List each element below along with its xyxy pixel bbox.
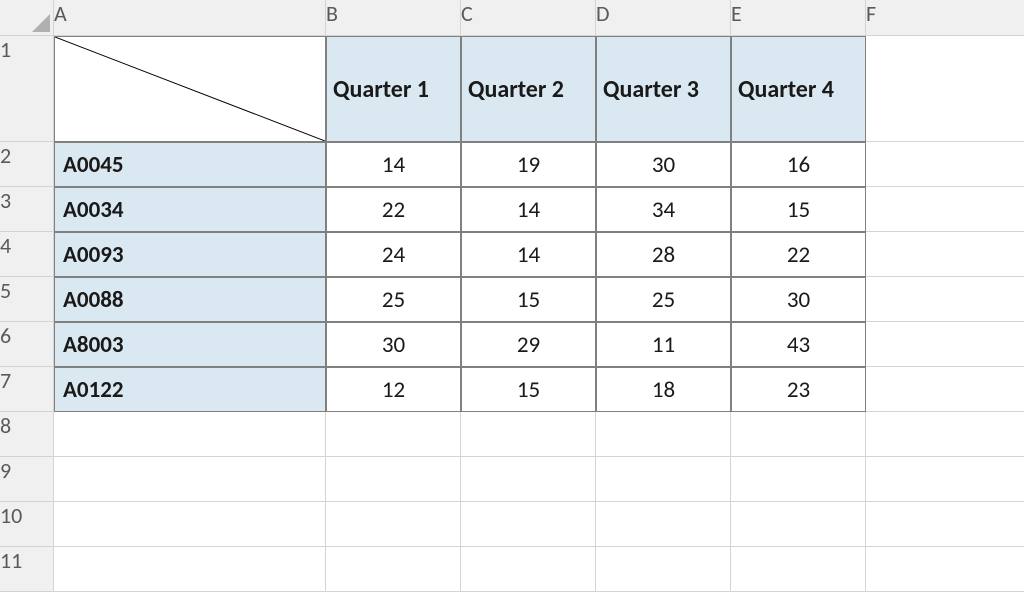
col-header-d[interactable]: D xyxy=(596,0,731,36)
cell-d8[interactable] xyxy=(596,412,731,457)
cell-d4[interactable]: 28 xyxy=(596,232,731,277)
cell-d5[interactable]: 25 xyxy=(596,277,731,322)
col-header-f[interactable]: F xyxy=(866,0,1024,36)
cell-f9[interactable] xyxy=(866,457,1024,502)
cell-c2[interactable]: 19 xyxy=(461,142,596,187)
cell-f6[interactable] xyxy=(866,322,1024,367)
header-quarter-3[interactable]: Quarter 3 xyxy=(596,36,731,142)
col-header-b[interactable]: B xyxy=(326,0,461,36)
row-header-1[interactable]: 1 xyxy=(0,36,54,142)
cell-f1[interactable] xyxy=(866,36,1024,142)
cell-c4[interactable]: 14 xyxy=(461,232,596,277)
row-header-11[interactable]: 11 xyxy=(0,547,54,592)
cell-c7[interactable]: 15 xyxy=(461,367,596,412)
cell-d3[interactable]: 34 xyxy=(596,187,731,232)
row-label-a0034[interactable]: A0034 xyxy=(54,187,326,232)
cell-d11[interactable] xyxy=(596,547,731,592)
cell-b3[interactable]: 22 xyxy=(326,187,461,232)
cell-f3[interactable] xyxy=(866,187,1024,232)
row-label-a0122[interactable]: A0122 xyxy=(54,367,326,412)
col-header-e[interactable]: E xyxy=(731,0,866,36)
cell-b10[interactable] xyxy=(326,502,461,547)
cell-a9[interactable] xyxy=(54,457,326,502)
cell-d7[interactable]: 18 xyxy=(596,367,731,412)
row-header-2[interactable]: 2 xyxy=(0,142,54,187)
cell-c5[interactable]: 15 xyxy=(461,277,596,322)
cell-d2[interactable]: 30 xyxy=(596,142,731,187)
cell-e4[interactable]: 22 xyxy=(731,232,866,277)
row-header-5[interactable]: 5 xyxy=(0,277,54,322)
cell-a8[interactable] xyxy=(54,412,326,457)
cell-b11[interactable] xyxy=(326,547,461,592)
cell-e8[interactable] xyxy=(731,412,866,457)
row-header-10[interactable]: 10 xyxy=(0,502,54,547)
cell-e11[interactable] xyxy=(731,547,866,592)
row-label-a0045[interactable]: A0045 xyxy=(54,142,326,187)
row-header-8[interactable]: 8 xyxy=(0,412,54,457)
cell-f4[interactable] xyxy=(866,232,1024,277)
cell-e6[interactable]: 43 xyxy=(731,322,866,367)
cell-e9[interactable] xyxy=(731,457,866,502)
cell-f10[interactable] xyxy=(866,502,1024,547)
row-header-4[interactable]: 4 xyxy=(0,232,54,277)
cell-d6[interactable]: 11 xyxy=(596,322,731,367)
cell-a10[interactable] xyxy=(54,502,326,547)
diagonal-line-icon xyxy=(55,37,325,141)
cell-b8[interactable] xyxy=(326,412,461,457)
cell-d9[interactable] xyxy=(596,457,731,502)
cell-e7[interactable]: 23 xyxy=(731,367,866,412)
cell-f7[interactable] xyxy=(866,367,1024,412)
cell-f2[interactable] xyxy=(866,142,1024,187)
row-label-a0093[interactable]: A0093 xyxy=(54,232,326,277)
row-header-6[interactable]: 6 xyxy=(0,322,54,367)
cell-c9[interactable] xyxy=(461,457,596,502)
row-header-3[interactable]: 3 xyxy=(0,187,54,232)
cell-a1-diagonal[interactable] xyxy=(54,36,326,142)
cell-f5[interactable] xyxy=(866,277,1024,322)
cell-b4[interactable]: 24 xyxy=(326,232,461,277)
cell-c8[interactable] xyxy=(461,412,596,457)
row-header-7[interactable]: 7 xyxy=(0,367,54,412)
cell-b7[interactable]: 12 xyxy=(326,367,461,412)
header-quarter-4[interactable]: Quarter 4 xyxy=(731,36,866,142)
row-header-9[interactable]: 9 xyxy=(0,457,54,502)
cell-c10[interactable] xyxy=(461,502,596,547)
cell-e5[interactable]: 30 xyxy=(731,277,866,322)
cell-e2[interactable]: 16 xyxy=(731,142,866,187)
row-label-a8003[interactable]: A8003 xyxy=(54,322,326,367)
col-header-c[interactable]: C xyxy=(461,0,596,36)
header-quarter-1[interactable]: Quarter 1 xyxy=(326,36,461,142)
header-quarter-2[interactable]: Quarter 2 xyxy=(461,36,596,142)
cell-c11[interactable] xyxy=(461,547,596,592)
cell-e10[interactable] xyxy=(731,502,866,547)
cell-f11[interactable] xyxy=(866,547,1024,592)
select-all-corner[interactable] xyxy=(0,0,54,36)
cell-c6[interactable]: 29 xyxy=(461,322,596,367)
cell-e3[interactable]: 15 xyxy=(731,187,866,232)
cell-b5[interactable]: 25 xyxy=(326,277,461,322)
cell-f8[interactable] xyxy=(866,412,1024,457)
row-label-a0088[interactable]: A0088 xyxy=(54,277,326,322)
cell-b6[interactable]: 30 xyxy=(326,322,461,367)
cell-d10[interactable] xyxy=(596,502,731,547)
cell-c3[interactable]: 14 xyxy=(461,187,596,232)
cell-b2[interactable]: 14 xyxy=(326,142,461,187)
col-header-a[interactable]: A xyxy=(54,0,326,36)
spreadsheet-grid[interactable]: A B C D E F 1 Quarter 1 Quarter 2 Quarte… xyxy=(0,0,1024,592)
cell-a11[interactable] xyxy=(54,547,326,592)
cell-b9[interactable] xyxy=(326,457,461,502)
